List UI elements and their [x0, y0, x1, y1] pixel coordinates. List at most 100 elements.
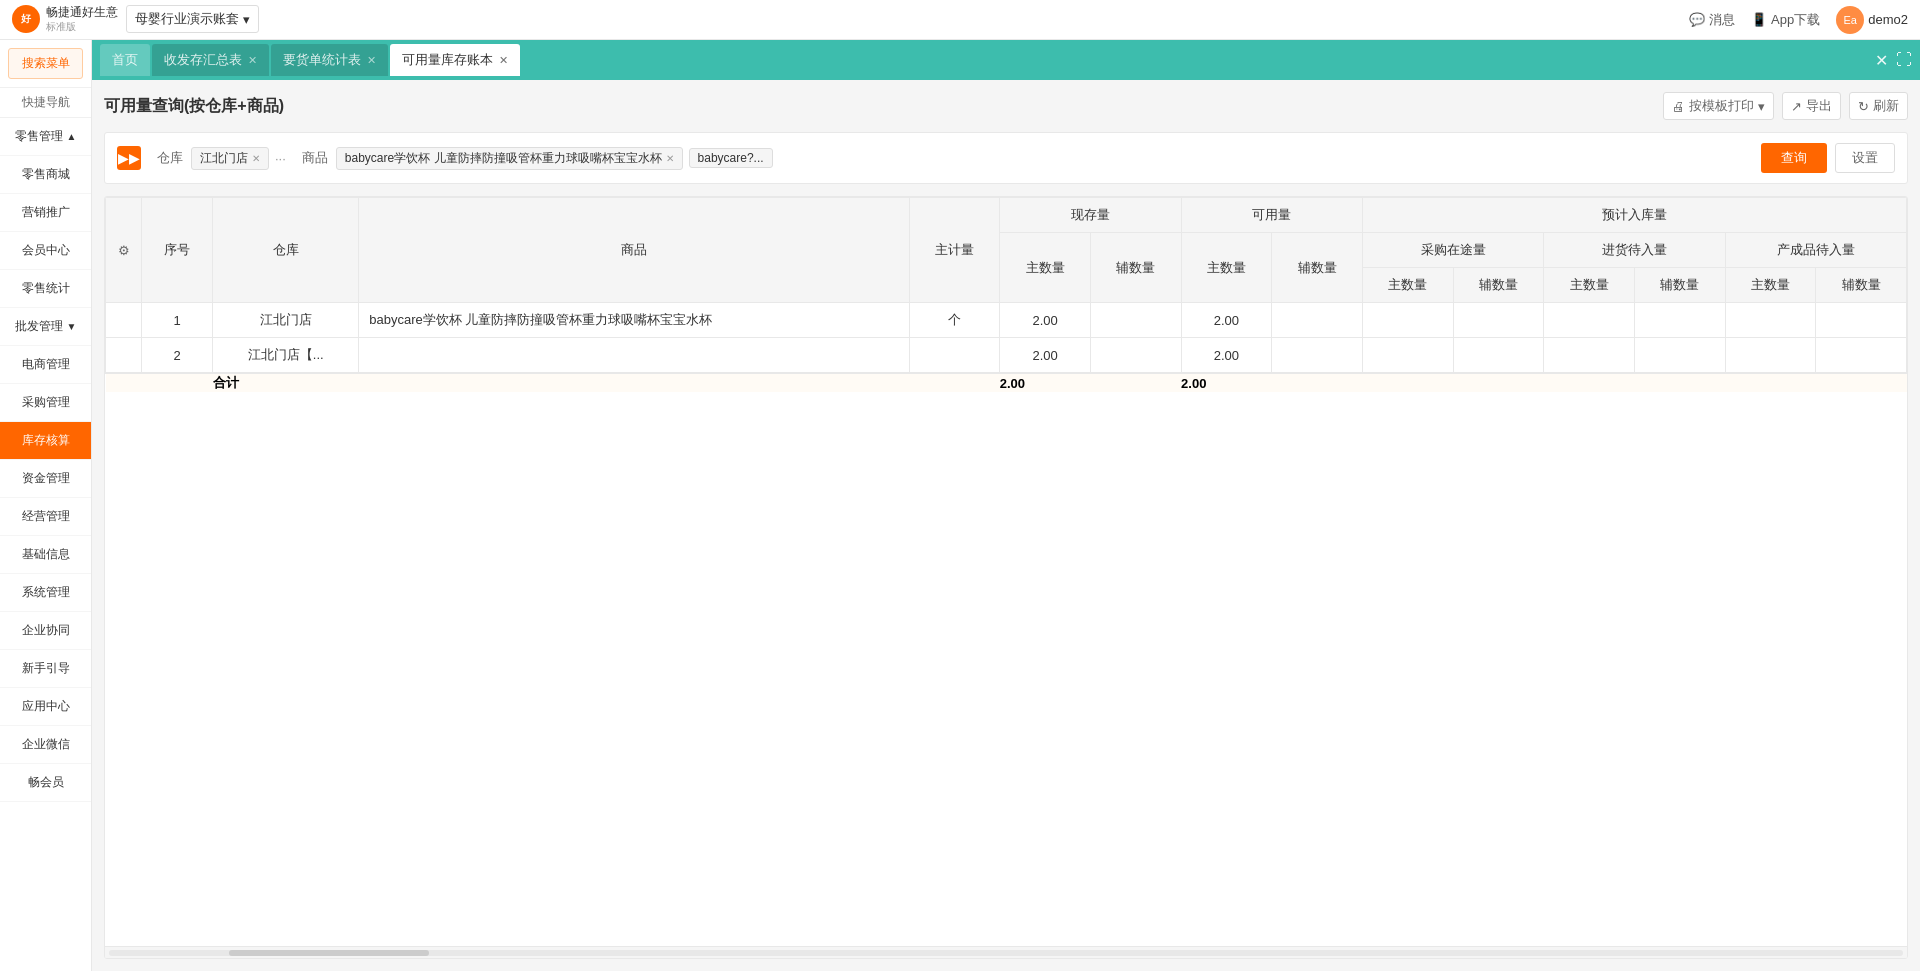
export-button[interactable]: ↗ 导出 [1782, 92, 1841, 120]
tab-home[interactable]: 首页 [100, 44, 150, 76]
production-pending-main-header: 主数量 [1725, 268, 1816, 303]
row-available-main-qty: 2.00 [1181, 338, 1272, 374]
app-download-label: App下载 [1771, 11, 1820, 29]
arrow-icon: ▲ [67, 131, 77, 142]
print-icon: 🖨 [1672, 99, 1685, 114]
horizontal-scrollbar[interactable] [105, 946, 1907, 958]
sidebar-item-operations-mgmt[interactable]: 经营管理 [0, 498, 91, 536]
row-warehouse: 江北门店 [213, 303, 359, 338]
total-production-pending-aux [1816, 373, 1907, 392]
sidebar-item-basic-info[interactable]: 基础信息 [0, 536, 91, 574]
planned-inbound-header: 预计入库量 [1362, 198, 1906, 233]
sidebar-item-retail-mall[interactable]: 零售商城 [0, 156, 91, 194]
warehouse-more-button[interactable]: ··· [275, 151, 286, 166]
sidebar-item-label: 应用中心 [22, 698, 70, 715]
sidebar-item-finance-mgmt[interactable]: 资金管理 [0, 460, 91, 498]
search-menu-button[interactable]: 搜索菜单 [8, 48, 83, 79]
sidebar-item-label: 畅会员 [28, 774, 64, 791]
sidebar-item-purchase-mgmt[interactable]: 采购管理 [0, 384, 91, 422]
export-label: 导出 [1806, 97, 1832, 115]
quick-nav-button[interactable]: 快捷导航 [0, 88, 91, 118]
scroll-thumb[interactable] [229, 950, 429, 956]
app-download-action[interactable]: 📱 App下载 [1751, 11, 1820, 29]
sidebar-item-inventory-check[interactable]: 库存核算 [0, 422, 91, 460]
purchase-transit-header: 采购在途量 [1362, 233, 1543, 268]
product-tag-text-1: babycare学饮杯 儿童防摔防撞吸管杯重力球吸嘴杯宝宝水杯 [345, 150, 662, 167]
product-tag-close-1[interactable]: ✕ [666, 153, 674, 164]
print-button[interactable]: 🖨 按模板打印 ▾ [1663, 92, 1774, 120]
filter-toggle-button[interactable]: ▶▶ [117, 146, 141, 170]
sidebar-item-retail-mgmt[interactable]: 零售管理 ▲ [0, 118, 91, 156]
current-aux-qty-header: 辅数量 [1090, 233, 1181, 303]
tab-bar: 首页 收发存汇总表 ✕ 要货单统计表 ✕ 可用量库存账本 ✕ ✕ ⛶ [92, 40, 1920, 80]
sidebar-item-vip-member[interactable]: 畅会员 [0, 764, 91, 802]
total-available-aux-qty [1272, 373, 1363, 392]
filter-area: ▶▶ 仓库 江北门店 ✕ ··· 商品 babycar [104, 132, 1908, 184]
filter-actions: 查询 设置 [1761, 143, 1895, 173]
product-tag-2: babycare?... [689, 148, 773, 168]
row-inbound-pending-main [1544, 303, 1635, 338]
tab-close-icon[interactable]: ✕ [499, 54, 508, 67]
top-bar-left: 好 畅捷通好生意 标准版 母婴行业演示账套 ▾ [12, 5, 259, 33]
setting-button[interactable]: 设置 [1835, 143, 1895, 173]
sidebar-item-system-mgmt[interactable]: 系统管理 [0, 574, 91, 612]
total-row: 合计 2.00 2.00 [106, 373, 1907, 392]
sidebar-item-enterprise-collab[interactable]: 企业协同 [0, 612, 91, 650]
sidebar-item-label: 零售统计 [22, 280, 70, 297]
sidebar-item-member-center[interactable]: 会员中心 [0, 232, 91, 270]
tab-receive-summary[interactable]: 收发存汇总表 ✕ [152, 44, 269, 76]
total-inbound-pending-main [1544, 373, 1635, 392]
sidebar-item-enterprise-wechat[interactable]: 企业微信 [0, 726, 91, 764]
logo-subtext: 标准版 [46, 20, 118, 34]
user-profile[interactable]: Ea demo2 [1836, 6, 1908, 34]
page-actions: 🖨 按模板打印 ▾ ↗ 导出 ↻ 刷新 [1663, 92, 1908, 120]
tab-available-inventory[interactable]: 可用量库存账本 ✕ [390, 44, 520, 76]
table-container[interactable]: ⚙ 序号 仓库 商品 主计量 现存量 可用量 预计入库量 [105, 197, 1907, 946]
row-current-main-qty: 2.00 [1000, 338, 1091, 374]
tab-label: 可用量库存账本 [402, 51, 493, 69]
warehouse-filter-group: 仓库 江北门店 ✕ ··· [157, 147, 286, 170]
tab-close-icon[interactable]: ✕ [367, 54, 376, 67]
inbound-pending-header: 进货待入量 [1544, 233, 1725, 268]
sidebar-item-ecommerce-mgmt[interactable]: 电商管理 [0, 346, 91, 384]
chevron-down-icon: ▾ [1758, 99, 1765, 114]
total-product [359, 373, 909, 392]
refresh-button[interactable]: ↻ 刷新 [1849, 92, 1908, 120]
row-current-aux-qty [1090, 303, 1181, 338]
row-purchase-transit-aux [1453, 303, 1544, 338]
row-production-pending-aux [1816, 338, 1907, 374]
row-seq: 2 [142, 338, 213, 374]
row-warehouse: 江北门店【... [213, 338, 359, 374]
export-icon: ↗ [1791, 99, 1802, 114]
warehouse-tag-close[interactable]: ✕ [252, 153, 260, 164]
sidebar-item-retail-stats[interactable]: 零售统计 [0, 270, 91, 308]
sidebar-item-label: 营销推广 [22, 204, 70, 221]
sidebar-item-marketing[interactable]: 营销推广 [0, 194, 91, 232]
table-row: 2 江北门店【... 2.00 2.00 [106, 338, 1907, 374]
arrow-icon: ▼ [67, 321, 77, 332]
scroll-track [109, 950, 1903, 956]
tab-order-stats[interactable]: 要货单统计表 ✕ [271, 44, 388, 76]
sidebar-item-app-center[interactable]: 应用中心 [0, 688, 91, 726]
row-available-aux-qty [1272, 338, 1363, 374]
close-tab-icon[interactable]: ✕ [1875, 51, 1888, 70]
main-layout: 搜索菜单 快捷导航 零售管理 ▲ 零售商城 营销推广 会员中心 零售统计 批发管… [0, 40, 1920, 971]
sidebar-item-new-guide[interactable]: 新手引导 [0, 650, 91, 688]
gear-icon[interactable]: ⚙ [118, 243, 130, 258]
sidebar-item-wholesale-mgmt[interactable]: 批发管理 ▼ [0, 308, 91, 346]
sidebar-item-label: 经营管理 [22, 508, 70, 525]
total-label: 合计 [213, 373, 359, 392]
fullscreen-icon[interactable]: ⛶ [1896, 51, 1912, 69]
total-seq [142, 373, 213, 392]
sidebar-item-label: 采购管理 [22, 394, 70, 411]
query-button[interactable]: 查询 [1761, 143, 1827, 173]
industry-selector[interactable]: 母婴行业演示账套 ▾ [126, 5, 259, 33]
username: demo2 [1868, 12, 1908, 27]
sidebar-item-label: 电商管理 [22, 356, 70, 373]
production-pending-aux-header: 辅数量 [1816, 268, 1907, 303]
row-available-main-qty: 2.00 [1181, 303, 1272, 338]
tab-close-icon[interactable]: ✕ [248, 54, 257, 67]
message-action[interactable]: 💬 消息 [1689, 11, 1735, 29]
row-inbound-pending-aux [1634, 338, 1725, 374]
row-inbound-pending-main [1544, 338, 1635, 374]
